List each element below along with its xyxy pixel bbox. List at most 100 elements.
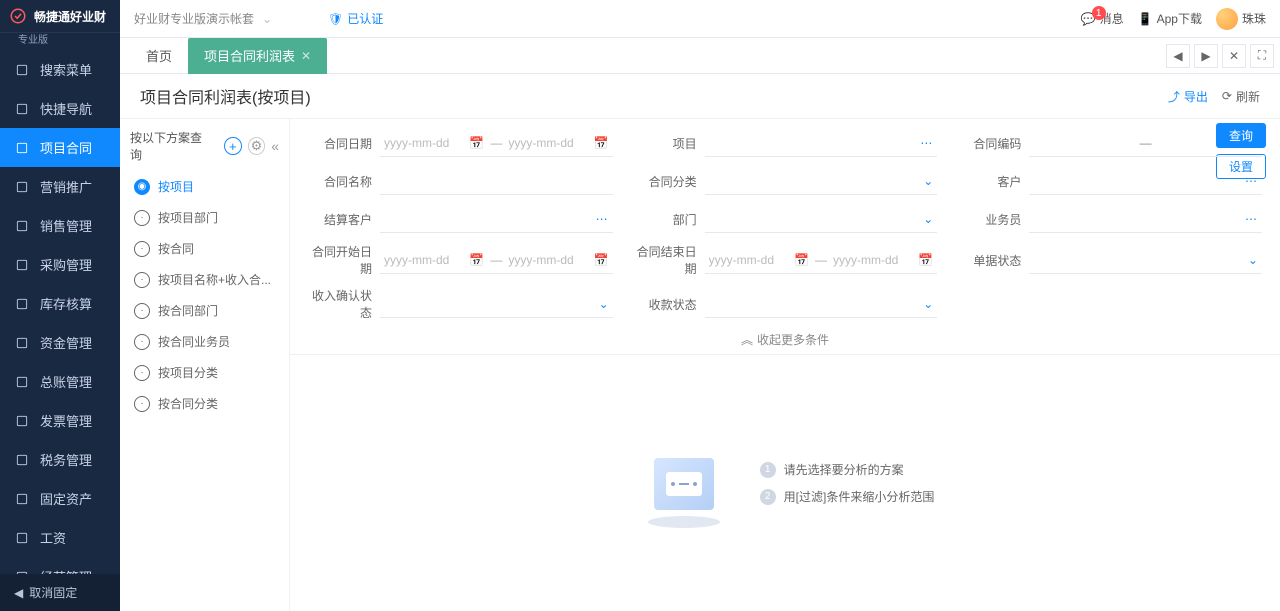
brand-logo-icon [8,6,28,26]
scheme-item[interactable]: ·按项目名称+收入合... [130,264,279,295]
contract-date-range[interactable]: yyyy-mm-dd📅 — yyyy-mm-dd📅 [380,129,613,157]
refresh-icon: ⟳ [1222,89,1232,103]
more-icon: ⋯ [596,212,609,226]
empty-illustration [636,438,736,528]
nav-label: 项目合同 [40,138,92,157]
calendar-icon: 📅 [918,253,933,267]
nav-item-ledger[interactable]: 总账管理 [0,362,120,401]
project-input[interactable]: ⋯ [705,129,938,157]
nav-item-ops[interactable]: 经营管理 [0,557,120,574]
nav-label: 税务管理 [40,450,92,469]
nav: 搜索菜单快捷导航项目合同营销推广销售管理采购管理库存核算资金管理总账管理发票管理… [0,50,120,574]
doc-icon [14,140,30,156]
tab-nav: ◀ ▶ ✕ ⛶ [1166,44,1280,68]
scheme-item-icon: · [134,334,150,350]
income-status-select[interactable]: ⌄ [380,290,613,318]
sidebar: 畅捷通好业财 专业版 搜索菜单快捷导航项目合同营销推广销售管理采购管理库存核算资… [0,0,120,611]
scheme-item-label: 按合同业务员 [158,333,230,350]
scheme-item-icon: · [134,396,150,412]
nav-item-money[interactable]: 资金管理 [0,323,120,362]
end-date-range[interactable]: yyyy-mm-dd📅 — yyyy-mm-dd📅 [705,246,938,274]
calendar-icon: 📅 [594,253,609,267]
main: 好业财专业版演示帐套 ⌄ 🛡 已认证 💬 消息 1 📱 App下载 珠珠 [120,0,1280,611]
nav-item-asset[interactable]: 固定资产 [0,479,120,518]
scheme-item-icon: · [134,365,150,381]
fullscreen-button[interactable]: ⛶ [1250,44,1274,68]
contract-cat-select[interactable]: ⌄ [705,167,938,195]
scheme-item-label: 按合同分类 [158,395,218,412]
doc-status-select[interactable]: ⌄ [1029,246,1262,274]
nav-item-box[interactable]: 库存核算 [0,284,120,323]
nav-item-home[interactable]: 快捷导航 [0,89,120,128]
nav-item-salary[interactable]: 工资 [0,518,120,557]
scheme-item-label: 按项目名称+收入合... [158,271,271,288]
chevron-down-icon: ⌄ [262,12,272,26]
more-icon: ⋯ [920,136,933,150]
scheme-item[interactable]: ◉按项目 [130,171,279,202]
chevron-down-icon: ⌄ [923,212,933,226]
chevron-down-icon: ⌄ [923,297,933,311]
body: 按以下方案查询 + ⚙ « ◉按项目·按项目部门·按合同·按项目名称+收入合..… [120,119,1280,611]
user-menu[interactable]: 珠珠 [1216,8,1266,30]
scheme-add-button[interactable]: + [224,137,242,155]
collapse-label: 收起更多条件 [757,331,829,348]
close-icon[interactable]: ✕ [301,49,311,63]
tabs-next-button[interactable]: ▶ [1194,44,1218,68]
collapse-filters-button[interactable]: ︽ 收起更多条件 [290,325,1280,355]
tabs: 首页 项目合同利润表 ✕ ◀ ▶ ✕ ⛶ [120,38,1280,74]
calendar-icon: 📅 [594,136,609,150]
nav-label: 库存核算 [40,294,92,313]
nav-label: 营销推广 [40,177,92,196]
nav-item-tax[interactable]: 税务管理 [0,440,120,479]
contract-code-input[interactable]: — [1029,129,1262,157]
scheme-item-label: 按项目部门 [158,209,218,226]
tab-home-label: 首页 [146,46,172,65]
scheme-item-icon: ◉ [134,179,150,195]
nav-item-grid[interactable]: 营销推广 [0,167,120,206]
brand: 畅捷通好业财 [0,0,120,33]
nav-item-cart2[interactable]: 采购管理 [0,245,120,284]
ledger-icon [14,374,30,390]
nav-item-cart[interactable]: 销售管理 [0,206,120,245]
scheme-item[interactable]: ·按合同 [130,233,279,264]
nav-label: 快捷导航 [40,99,92,118]
scheme-item-label: 按合同部门 [158,302,218,319]
messages-button[interactable]: 💬 消息 1 [1081,10,1124,27]
dept-select[interactable]: ⌄ [705,205,938,233]
tab-home[interactable]: 首页 [130,38,188,74]
chevron-down-icon: ⌄ [1248,253,1258,267]
contract-name-input[interactable] [380,167,613,195]
cart-icon [14,218,30,234]
start-date-range[interactable]: yyyy-mm-dd📅 — yyyy-mm-dd📅 [380,246,613,274]
refresh-button[interactable]: ⟳ 刷新 [1222,88,1260,105]
tabs-prev-button[interactable]: ◀ [1166,44,1190,68]
receipt-status-select[interactable]: ⌄ [705,290,938,318]
calendar-icon: 📅 [469,253,484,267]
tabs-close-button[interactable]: ✕ [1222,44,1246,68]
chevron-down-icon: ⌄ [599,297,609,311]
scheme-item[interactable]: ·按项目分类 [130,357,279,388]
verified-label: 已认证 [347,10,383,27]
tax-icon [14,452,30,468]
scheme-item[interactable]: ·按项目部门 [130,202,279,233]
customer-input[interactable]: ⋯ [1029,167,1262,195]
settle-customer-input[interactable]: ⋯ [380,205,613,233]
scheme-settings-button[interactable]: ⚙ [248,137,266,155]
context-selector[interactable]: 好业财专业版演示帐套 ⌄ [134,10,314,27]
sidebar-pin-label: 取消固定 [29,584,77,601]
salesperson-input[interactable]: ⋯ [1029,205,1262,233]
nav-item-invoice[interactable]: 发票管理 [0,401,120,440]
scheme-item[interactable]: · 按合同业务员 [130,326,279,357]
export-button[interactable]: ⤴ 导出 [1168,88,1208,105]
scheme-item[interactable]: · 按合同分类 [130,388,279,419]
nav-item-search[interactable]: 搜索菜单 [0,50,120,89]
scheme-collapse-button[interactable]: « [271,138,279,154]
app-download-button[interactable]: 📱 App下载 [1138,10,1202,27]
label-customer: 客户 [957,173,1021,190]
page-header: 项目合同利润表(按项目) ⤴ 导出 ⟳ 刷新 [120,74,1280,119]
scheme-item[interactable]: ·按合同部门 [130,295,279,326]
nav-item-doc[interactable]: 项目合同 [0,128,120,167]
sidebar-pin-toggle[interactable]: ◀ 取消固定 [0,574,120,611]
tab-current[interactable]: 项目合同利润表 ✕ [188,38,327,74]
user-name: 珠珠 [1242,10,1266,27]
